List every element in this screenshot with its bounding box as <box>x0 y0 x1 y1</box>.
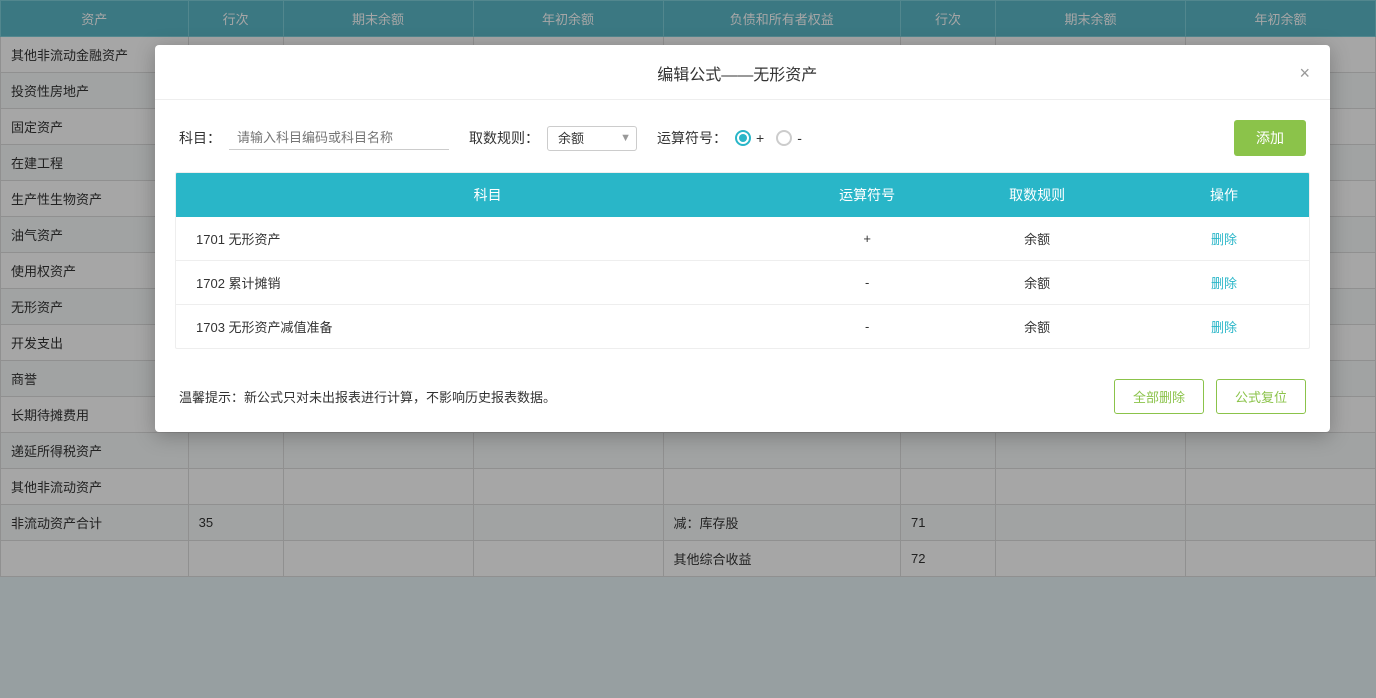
delete-row-button[interactable]: 删除 <box>1211 276 1237 291</box>
subject-label: 科目： <box>179 128 221 148</box>
delete-row-button[interactable]: 删除 <box>1211 232 1237 247</box>
cell-subject: 1702 累计摊销 <box>176 261 799 305</box>
cell-subject: 1703 无形资产减值准备 <box>176 305 799 349</box>
table-row: 1702 累计摊销-余额 删除 <box>176 261 1309 305</box>
operator-plus-circle <box>735 130 751 146</box>
th-action: 操作 <box>1139 173 1309 217</box>
cell-action: 删除 <box>1139 305 1309 349</box>
hint-prefix: 温馨提示： <box>179 390 244 405</box>
dialog-header: 编辑公式——无形资产 × <box>155 45 1330 100</box>
th-rule: 取数规则 <box>935 173 1139 217</box>
table-row: 1703 无形资产减值准备-余额 删除 <box>176 305 1309 349</box>
cell-operator: + <box>799 217 935 261</box>
add-button[interactable]: 添加 <box>1234 120 1306 156</box>
rule-select-wrap: 余额 借方 贷方 借方累计 贷方累计 ▼ <box>547 126 637 151</box>
cell-action: 删除 <box>1139 261 1309 305</box>
operator-plus-dot <box>739 134 747 142</box>
operator-label: 运算符号： <box>657 128 727 148</box>
dialog-title: 编辑公式——无形资产 <box>175 61 1299 85</box>
dialog-footer: 温馨提示：新公式只对未出报表进行计算，不影响历史报表数据。 全部删除 公式复位 <box>155 365 1330 432</box>
subject-field-group: 科目： <box>179 126 449 150</box>
cell-rule: 余额 <box>935 217 1139 261</box>
edit-formula-dialog: 编辑公式——无形资产 × 科目： 取数规则： 余额 借方 贷方 借方累计 贷方累… <box>155 45 1330 432</box>
operator-radio-group: + - <box>735 130 802 146</box>
formula-form: 科目： 取数规则： 余额 借方 贷方 借方累计 贷方累计 ▼ 运算符号： <box>155 100 1330 172</box>
th-operator: 运算符号 <box>799 173 935 217</box>
operator-minus-label: - <box>797 130 802 146</box>
rule-select[interactable]: 余额 借方 贷方 借方累计 贷方累计 <box>547 126 637 151</box>
cell-rule: 余额 <box>935 305 1139 349</box>
delete-all-button[interactable]: 全部删除 <box>1114 379 1204 414</box>
cell-rule: 余额 <box>935 261 1139 305</box>
operator-plus-radio[interactable]: + <box>735 130 764 146</box>
operator-minus-circle <box>776 130 792 146</box>
operator-plus-label: + <box>756 130 764 146</box>
rule-label: 取数规则： <box>469 128 539 148</box>
table-header-row: 科目 运算符号 取数规则 操作 <box>176 173 1309 217</box>
operator-minus-radio[interactable]: - <box>776 130 802 146</box>
footer-buttons: 全部删除 公式复位 <box>1114 379 1306 414</box>
operator-field-group: 运算符号： + - <box>657 128 802 148</box>
formula-table-wrap: 科目 运算符号 取数规则 操作 1701 无形资产+余额删除1702 累计摊销-… <box>175 172 1310 349</box>
dialog-close-button[interactable]: × <box>1299 64 1310 82</box>
formula-table: 科目 运算符号 取数规则 操作 1701 无形资产+余额删除1702 累计摊销-… <box>176 173 1309 348</box>
hint-text: 新公式只对未出报表进行计算，不影响历史报表数据。 <box>244 390 556 405</box>
delete-row-button[interactable]: 删除 <box>1211 320 1237 335</box>
footer-hint: 温馨提示：新公式只对未出报表进行计算，不影响历史报表数据。 <box>179 387 556 406</box>
cell-action: 删除 <box>1139 217 1309 261</box>
th-subject: 科目 <box>176 173 799 217</box>
cell-operator: - <box>799 261 935 305</box>
cell-operator: - <box>799 305 935 349</box>
subject-input[interactable] <box>229 126 449 150</box>
reset-formula-button[interactable]: 公式复位 <box>1216 379 1306 414</box>
table-row: 1701 无形资产+余额 删除 <box>176 217 1309 261</box>
cell-subject: 1701 无形资产 <box>176 217 799 261</box>
rule-field-group: 取数规则： 余额 借方 贷方 借方累计 贷方累计 ▼ <box>469 126 637 151</box>
